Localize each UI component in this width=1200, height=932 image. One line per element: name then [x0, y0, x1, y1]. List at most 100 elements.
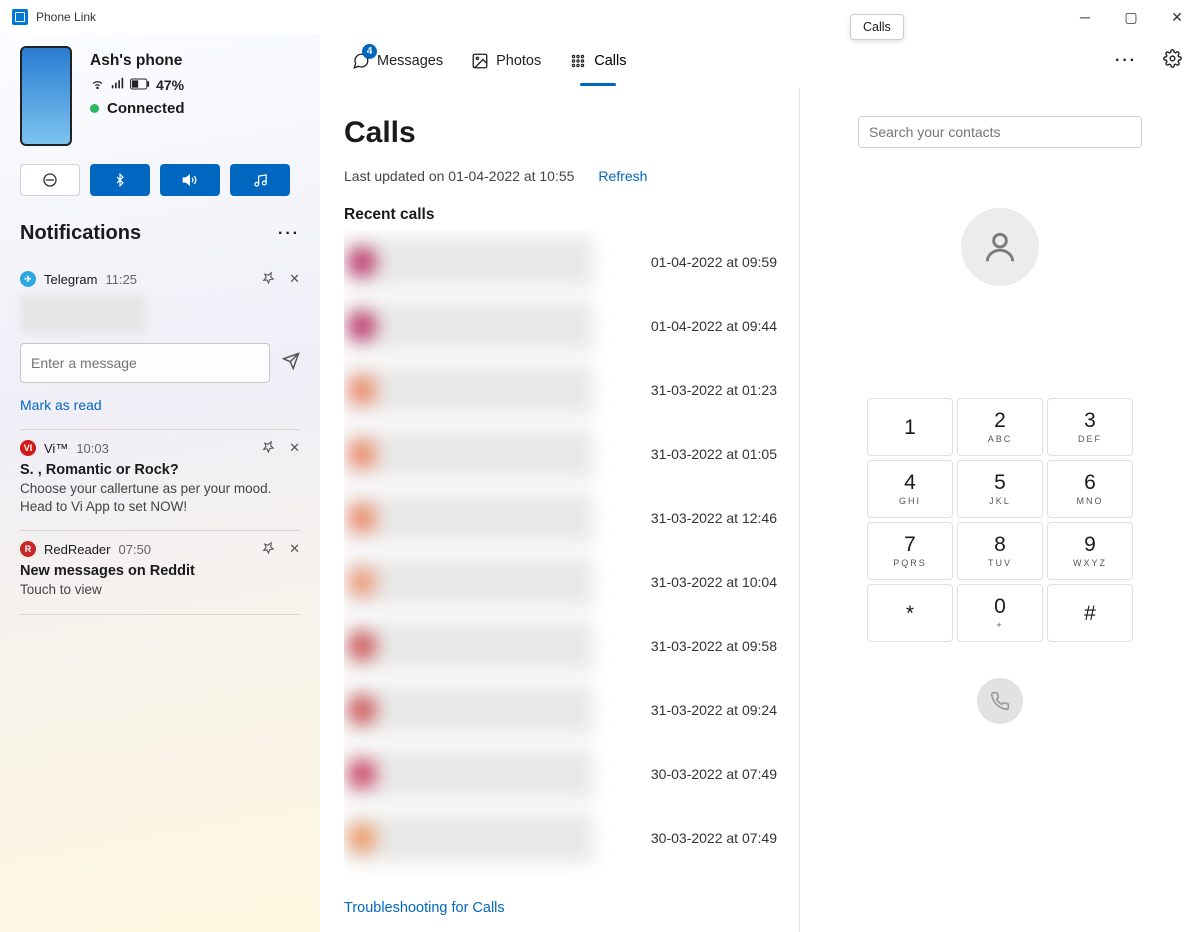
- dial-key-5[interactable]: 5JKL: [957, 460, 1043, 518]
- dial-key-2[interactable]: 2ABC: [957, 398, 1043, 456]
- phone-icon: [990, 691, 1010, 711]
- dial-key-letters: +: [996, 620, 1003, 630]
- dial-key-9[interactable]: 9WXYZ: [1047, 522, 1133, 580]
- dismiss-button[interactable]: ✕: [289, 440, 300, 456]
- send-button[interactable]: [282, 352, 300, 375]
- call-row[interactable]: 30-03-2022 at 07:49: [344, 742, 799, 806]
- photos-icon: [471, 52, 489, 70]
- call-row[interactable]: 30-03-2022 at 07:49: [344, 806, 799, 870]
- call-contact-redacted: [344, 365, 594, 415]
- pin-button[interactable]: [262, 541, 275, 557]
- connection-status: Connected: [107, 100, 185, 117]
- volume-button[interactable]: [160, 164, 220, 196]
- search-contacts-input[interactable]: [858, 116, 1142, 148]
- call-row[interactable]: 31-03-2022 at 09:24: [344, 678, 799, 742]
- dial-key-4[interactable]: 4GHI: [867, 460, 953, 518]
- notification-app-icon: R: [20, 541, 36, 557]
- call-contact-redacted: [344, 813, 594, 863]
- reply-input[interactable]: [20, 343, 270, 383]
- dial-key-letters: DEF: [1078, 434, 1102, 444]
- notification-time: 11:25: [105, 272, 137, 287]
- call-row[interactable]: 31-03-2022 at 01:05: [344, 422, 799, 486]
- call-row[interactable]: 31-03-2022 at 10:04: [344, 550, 799, 614]
- dial-key-#[interactable]: #: [1047, 584, 1133, 642]
- notification-preview: [20, 295, 146, 333]
- dial-key-letters: PQRS: [893, 558, 927, 568]
- call-row[interactable]: 01-04-2022 at 09:44: [344, 294, 799, 358]
- dialpad: 12ABC 3 DEF 4GHI5JKL6MNO 7PQRS 8 TUV 9WXYZ *0+ #: [867, 398, 1133, 642]
- close-button[interactable]: ✕: [1154, 0, 1200, 34]
- tab-messages-label: Messages: [377, 53, 443, 69]
- call-time: 01-04-2022 at 09:44: [651, 318, 777, 334]
- status-dot-icon: [90, 104, 99, 113]
- call-contact-redacted: [344, 429, 594, 479]
- dial-key-0[interactable]: 0+: [957, 584, 1043, 642]
- messages-badge: 4: [362, 44, 377, 59]
- call-row[interactable]: 31-03-2022 at 09:58: [344, 614, 799, 678]
- tab-photos[interactable]: Photos: [457, 34, 555, 88]
- music-button[interactable]: [230, 164, 290, 196]
- notifications-more-button[interactable]: ···: [278, 225, 300, 243]
- dial-key-letters: TUV: [988, 558, 1012, 568]
- dismiss-button[interactable]: ✕: [289, 271, 300, 287]
- dial-key-number: #: [1084, 603, 1096, 624]
- call-button[interactable]: [977, 678, 1023, 724]
- call-time: 31-03-2022 at 09:24: [651, 702, 777, 718]
- notification-item[interactable]: ✈ Telegram 11:25 ✕ Mark as read: [20, 261, 300, 430]
- person-icon: [981, 228, 1019, 266]
- notification-title: S. , Romantic or Rock?: [20, 462, 300, 478]
- notification-app-icon: ✈: [20, 271, 36, 287]
- phone-name: Ash's phone: [90, 52, 185, 70]
- call-contact-redacted: [344, 621, 594, 671]
- notification-time: 07:50: [119, 542, 152, 557]
- content: Calls 4 Messages Photos Calls ···: [320, 34, 1200, 932]
- call-time: 31-03-2022 at 01:23: [651, 382, 777, 398]
- calls-panel: Calls Last updated on 01-04-2022 at 10:5…: [320, 88, 800, 932]
- dial-key-letters: ABC: [988, 434, 1013, 444]
- tab-messages[interactable]: 4 Messages: [338, 34, 457, 88]
- pin-button[interactable]: [262, 440, 275, 456]
- dial-key-number: 5: [994, 472, 1006, 493]
- call-contact-redacted: [344, 685, 594, 735]
- call-contact-redacted: [344, 749, 594, 799]
- bluetooth-button[interactable]: [90, 164, 150, 196]
- call-row[interactable]: 31-03-2022 at 12:46: [344, 486, 799, 550]
- mark-as-read-link[interactable]: Mark as read: [20, 397, 102, 413]
- dial-key-3[interactable]: 3 DEF: [1047, 398, 1133, 456]
- pin-button[interactable]: [262, 271, 275, 287]
- recent-calls-list: 01-04-2022 at 09:59 01-04-2022 at 09:44 …: [344, 230, 799, 888]
- minimize-button[interactable]: ─: [1062, 0, 1108, 34]
- dial-key-6[interactable]: 6MNO: [1047, 460, 1133, 518]
- dial-key-number: 3: [1084, 410, 1096, 431]
- dial-key-1[interactable]: 1: [867, 398, 953, 456]
- dnd-button[interactable]: [20, 164, 80, 196]
- refresh-link[interactable]: Refresh: [598, 168, 647, 184]
- titlebar: Phone Link ─ ▢ ✕: [0, 0, 1200, 34]
- dial-key-*[interactable]: *: [867, 584, 953, 642]
- dial-key-7[interactable]: 7PQRS: [867, 522, 953, 580]
- notification-item[interactable]: R RedReader 07:50 ✕ New messages on Redd…: [20, 531, 300, 614]
- dial-key-number: 4: [904, 472, 916, 493]
- dial-key-number: 8: [994, 534, 1006, 555]
- dial-key-8[interactable]: 8 TUV: [957, 522, 1043, 580]
- notifications-title: Notifications: [20, 222, 141, 245]
- tab-calls[interactable]: Calls: [555, 34, 640, 88]
- call-row[interactable]: 31-03-2022 at 01:23: [344, 358, 799, 422]
- dial-key-letters: MNO: [1077, 496, 1104, 506]
- maximize-button[interactable]: ▢: [1108, 0, 1154, 34]
- call-time: 30-03-2022 at 07:49: [651, 830, 777, 846]
- dial-key-letters: WXYZ: [1073, 558, 1107, 568]
- phone-summary: Ash's phone 47% Connected: [20, 46, 300, 146]
- notification-body: Touch to view: [20, 581, 300, 599]
- dismiss-button[interactable]: ✕: [289, 541, 300, 557]
- troubleshoot-link[interactable]: Troubleshooting for Calls: [344, 888, 799, 932]
- call-row[interactable]: 01-04-2022 at 09:59: [344, 230, 799, 294]
- call-time: 30-03-2022 at 07:49: [651, 766, 777, 782]
- notification-item[interactable]: VI Vi™ 10:03 ✕ S. , Romantic or Rock? Ch…: [20, 430, 300, 531]
- sidebar: Ash's phone 47% Connected: [0, 34, 320, 932]
- more-button[interactable]: ···: [1115, 52, 1137, 70]
- tab-photos-label: Photos: [496, 53, 541, 69]
- settings-button[interactable]: [1163, 49, 1182, 73]
- last-updated: Last updated on 01-04-2022 at 10:55: [344, 168, 574, 184]
- window-controls: ─ ▢ ✕: [1062, 0, 1200, 34]
